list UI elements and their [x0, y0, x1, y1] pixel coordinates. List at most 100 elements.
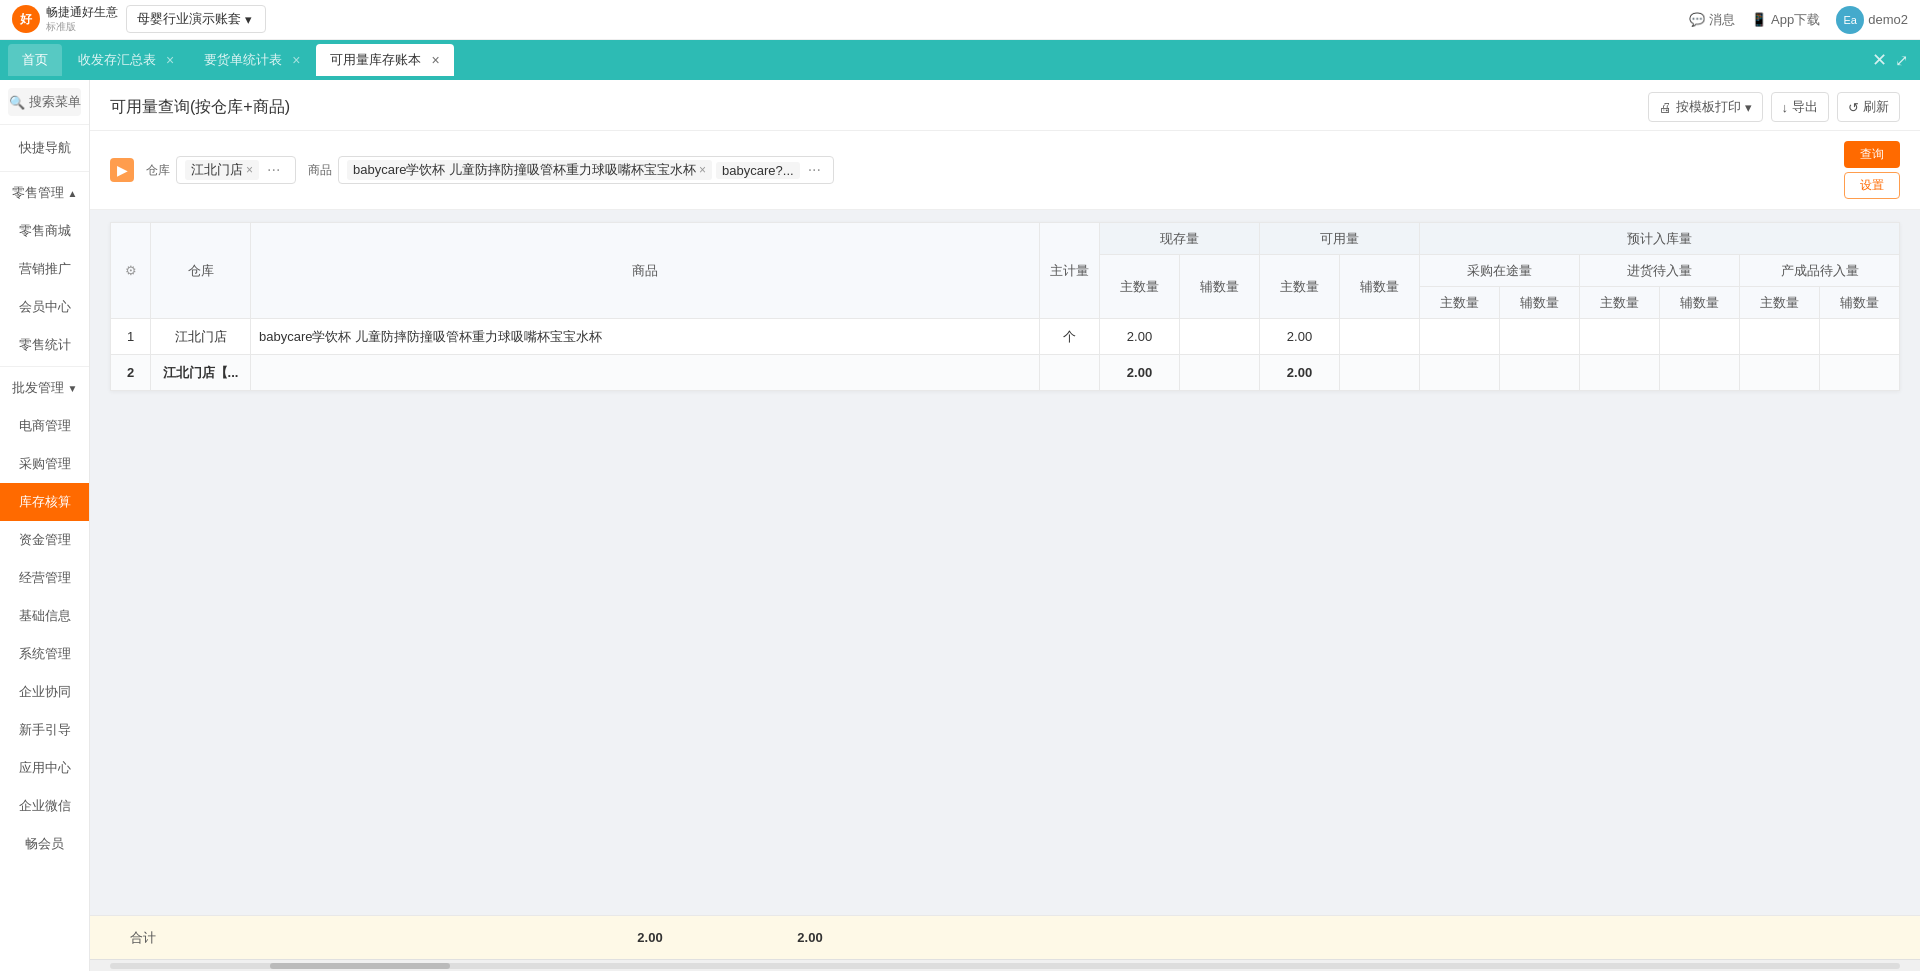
tab-shoufaStorage-close[interactable]: × [166, 52, 174, 68]
app-download-action[interactable]: 📱 App下载 [1751, 11, 1820, 29]
sidebar-item-sys[interactable]: 系统管理 [0, 635, 89, 673]
sidebar-item-retail-stats[interactable]: 零售统计 [0, 326, 89, 364]
sidebar-item-purchase[interactable]: 采购管理 [0, 445, 89, 483]
tab-keyongStock-label: 可用量库存账本 [330, 51, 421, 69]
print-template-btn[interactable]: 🖨 按模板打印 ▾ [1648, 92, 1763, 122]
expand-icon[interactable]: ⤢ [1895, 51, 1908, 70]
data-table: ⚙ 仓库 商品 主计量 现存量 可用量 预计入库量 主数量 辅数量 主数量 辅数… [110, 222, 1900, 391]
sidebar-search-area: 🔍 搜索菜单 [0, 80, 89, 125]
product-tag-1: babycare学饮杯 儿童防摔防撞吸管杯重力球吸嘴杯宝宝水杯 × [347, 160, 712, 180]
print-template-label: 按模板打印 [1676, 98, 1741, 116]
sidebar-item-corp-wechat[interactable]: 企业微信 [0, 787, 89, 825]
sidebar-section: 零售管理 ▲ 零售商城 营销推广 会员中心 零售统计 批发管理 ▼ 电商管理 [0, 172, 89, 865]
product-input[interactable]: babycare学饮杯 儿童防摔防撞吸管杯重力球吸嘴杯宝宝水杯 × babyca… [338, 156, 834, 184]
tab-yaoHuoDan[interactable]: 要货单统计表 × [190, 44, 314, 76]
logo-text: 畅捷通好生意 [46, 5, 118, 19]
export-btn[interactable]: ↓ 导出 [1771, 92, 1830, 122]
th-unit: 主计量 [1040, 223, 1100, 319]
top-bar-left: 好 畅捷通好生意 标准版 母婴行业演示账套 ▾ [12, 5, 266, 33]
sidebar-item-marketing[interactable]: 营销推广 [0, 250, 89, 288]
warehouse-input[interactable]: 江北门店 × ··· [176, 156, 296, 184]
sidebar-item-ops[interactable]: 经营管理 [0, 559, 89, 597]
page-header: 可用量查询(按仓库+商品) 🖨 按模板打印 ▾ ↓ 导出 ↺ 刷新 [90, 80, 1920, 131]
refresh-btn[interactable]: ↺ 刷新 [1837, 92, 1900, 122]
sidebar-item-ecommerce[interactable]: 电商管理 [0, 407, 89, 445]
th-product-aux: 辅数量 [1820, 287, 1900, 319]
row-1-product-main [1740, 319, 1820, 355]
sidebar-item-basic-label: 基础信息 [19, 607, 71, 625]
th-planned-inbound-group: 预计入库量 [1420, 223, 1900, 255]
filter-bar: ▶ 仓库 江北门店 × ··· 商品 babycare学饮杯 儿童防摔防撞吸管杯… [90, 131, 1920, 210]
page-actions: 🖨 按模板打印 ▾ ↓ 导出 ↺ 刷新 [1648, 92, 1901, 122]
sidebar-item-member[interactable]: 会员中心 [0, 288, 89, 326]
th-current-stock-group: 现存量 [1100, 223, 1260, 255]
table-row: 1 江北门店 babycare学饮杯 儿童防摔防撞吸管杯重力球吸嘴杯宝宝水杯 个… [111, 319, 1900, 355]
message-action[interactable]: 💬 消息 [1689, 11, 1735, 29]
footer-stock-main: 2.00 [610, 930, 690, 945]
th-avail-aux: 辅数量 [1340, 255, 1420, 319]
th-purchase-aux: 辅数量 [1500, 287, 1580, 319]
refresh-label: 刷新 [1863, 98, 1889, 116]
sidebar-item-app-center[interactable]: 应用中心 [0, 749, 89, 787]
sidebar-item-corp-wechat-label: 企业微信 [19, 797, 71, 815]
settings-gear-icon[interactable]: ⚙ [125, 263, 137, 278]
export-label: 导出 [1792, 98, 1818, 116]
warehouse-tag-text: 江北门店 [191, 161, 243, 179]
tab-keyongStock[interactable]: 可用量库存账本 × [316, 44, 453, 76]
sidebar-item-inventory[interactable]: 库存核算 [0, 483, 89, 521]
sidebar-item-guide[interactable]: 新手引导 [0, 711, 89, 749]
search-icon: 🔍 [9, 95, 25, 110]
sidebar-item-quick-nav[interactable]: 快捷导航 [0, 131, 89, 165]
tab-keyongStock-close[interactable]: × [431, 52, 439, 68]
table-row-group: 2 江北门店【... 2.00 2.00 [111, 355, 1900, 391]
sidebar-item-retail-mall[interactable]: 零售商城 [0, 212, 89, 250]
caret-icon: ▲ [68, 188, 78, 199]
industry-selector[interactable]: 母婴行业演示账套 ▾ [126, 5, 266, 33]
search-menu-button[interactable]: 🔍 搜索菜单 [8, 88, 81, 116]
warehouse-dots[interactable]: ··· [263, 161, 284, 179]
product-tag-2: babycare?... [716, 162, 800, 179]
th-purchase-main: 主数量 [1420, 287, 1500, 319]
query-btn[interactable]: 查询 [1844, 141, 1900, 168]
tab-home[interactable]: 首页 [8, 44, 62, 76]
row-1-stock-aux [1180, 319, 1260, 355]
row-2-stock-aux [1180, 355, 1260, 391]
row-2-inbound-main [1580, 355, 1660, 391]
product-dots[interactable]: ··· [804, 161, 825, 179]
industry-label: 母婴行业演示账套 [137, 10, 241, 28]
sidebar-item-member-label: 会员中心 [19, 298, 71, 316]
row-1-warehouse: 江北门店 [151, 319, 251, 355]
sidebar-item-basic[interactable]: 基础信息 [0, 597, 89, 635]
horizontal-scrollbar[interactable] [110, 963, 1900, 969]
close-window-icon[interactable]: ✕ [1872, 49, 1887, 71]
user-area[interactable]: Ea demo2 [1836, 6, 1908, 34]
th-stock-aux: 辅数量 [1180, 255, 1260, 319]
top-bar: 好 畅捷通好生意 标准版 母婴行业演示账套 ▾ 💬 消息 📱 App下载 Ea … [0, 0, 1920, 40]
chat-icon: 💬 [1689, 12, 1705, 27]
sidebar-item-finance[interactable]: 资金管理 [0, 521, 89, 559]
warehouse-tag-remove[interactable]: × [246, 163, 253, 177]
sidebar-item-enterprise[interactable]: 企业协同 [0, 673, 89, 711]
row-2-stock-main: 2.00 [1100, 355, 1180, 391]
th-inbound-group: 进货待入量 [1580, 255, 1740, 287]
sidebar-quick-nav: 快捷导航 [0, 125, 89, 172]
sidebar-item-wholesale[interactable]: 批发管理 ▼ [0, 369, 89, 407]
tab-shoufaStorage[interactable]: 收发存汇总表 × [64, 44, 188, 76]
sidebar-item-retail-mgmt[interactable]: 零售管理 ▲ [0, 174, 89, 212]
settings-btn[interactable]: 设置 [1844, 172, 1900, 199]
search-menu-label: 搜索菜单 [29, 93, 81, 111]
tab-yaoHuoDan-close[interactable]: × [292, 52, 300, 68]
th-purchase-group: 采购在途量 [1420, 255, 1580, 287]
product-tag-1-remove[interactable]: × [699, 163, 706, 177]
sidebar-item-purchase-label: 采购管理 [19, 455, 71, 473]
row-1-avail-aux [1340, 319, 1420, 355]
sidebar-item-marketing-label: 营销推广 [19, 260, 71, 278]
tab-shoufaStorage-label: 收发存汇总表 [78, 51, 156, 69]
scroll-thumb[interactable] [270, 963, 450, 969]
filter-toggle-btn[interactable]: ▶ [110, 158, 134, 182]
row-1-stock-main: 2.00 [1100, 319, 1180, 355]
sidebar-item-vip[interactable]: 畅会员 [0, 825, 89, 863]
message-label: 消息 [1709, 11, 1735, 29]
warehouse-tag: 江北门店 × [185, 160, 259, 180]
th-inbound-aux: 辅数量 [1660, 287, 1740, 319]
